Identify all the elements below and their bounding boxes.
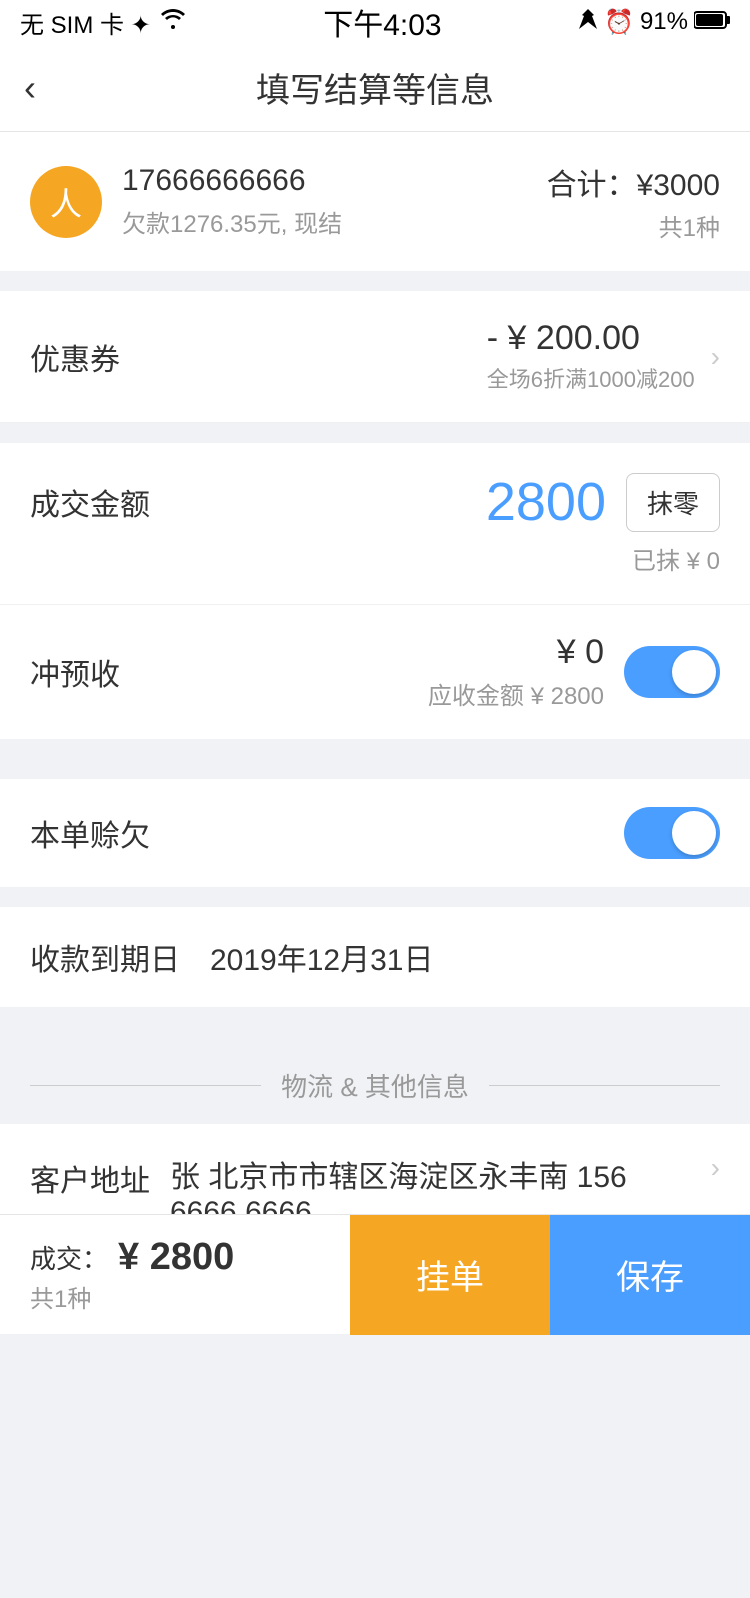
bottom-bar: 成交： ¥ 2800 共1种 挂单 保存 bbox=[0, 1214, 750, 1334]
coupon-desc: 全场6折满1000减200 bbox=[487, 362, 695, 394]
prepay-label: 冲预收 bbox=[30, 650, 120, 694]
divider-line-left bbox=[30, 1085, 261, 1086]
trade-amount-label: 成交金额 bbox=[30, 480, 150, 524]
status-right: ⏰ 91% bbox=[578, 8, 730, 37]
status-bar: 无 SIM 卡 ✦ 下午4:03 ⏰ 91% bbox=[0, 0, 750, 44]
section-divider-3 bbox=[0, 1027, 750, 1047]
bottom-trade-label: 成交： bbox=[30, 1239, 108, 1276]
due-date-value: 2019年12月31日 bbox=[210, 935, 433, 979]
battery-icon bbox=[694, 8, 730, 36]
coupon-row[interactable]: 优惠券 - ¥ 200.00 全场6折满1000减200 › bbox=[0, 291, 750, 423]
total-amount: 合计：¥3000 bbox=[547, 160, 720, 204]
section-divider-1 bbox=[0, 423, 750, 443]
address-chevron-icon: › bbox=[711, 1152, 720, 1184]
round-off-button[interactable]: 抹零 bbox=[626, 473, 720, 532]
coupon-info: - ¥ 200.00 全场6折满1000减200 bbox=[487, 319, 695, 394]
total-count: 共1种 bbox=[547, 208, 720, 243]
arrearage-toggle-track bbox=[624, 807, 720, 859]
due-date-label: 收款到期日 bbox=[30, 935, 180, 979]
page-title: 填写结算等信息 bbox=[256, 63, 494, 112]
arrearage-toggle-thumb bbox=[672, 811, 716, 855]
receivable-amount: 应收金额 ¥ 2800 bbox=[428, 676, 604, 711]
trade-amount-value: 2800 bbox=[486, 471, 606, 533]
customer-right: 合计：¥3000 共1种 bbox=[547, 160, 720, 243]
coupon-right: - ¥ 200.00 全场6折满1000减200 › bbox=[487, 319, 720, 394]
save-button[interactable]: 保存 bbox=[550, 1215, 750, 1335]
logistics-divider: 物流 & 其他信息 bbox=[0, 1047, 750, 1124]
customer-left: 人 17666666666 欠款1276.35元, 现结 bbox=[30, 164, 342, 239]
alarm-icon: ⏰ bbox=[604, 8, 634, 37]
status-left: 无 SIM 卡 ✦ bbox=[20, 5, 187, 40]
customer-phone: 17666666666 bbox=[122, 164, 342, 198]
arrearage-toggle[interactable] bbox=[624, 807, 720, 859]
already-rounded-text: 已抹 ¥ 0 bbox=[30, 541, 720, 576]
prepay-amount-info: ¥ 0 应收金额 ¥ 2800 bbox=[428, 633, 604, 711]
location-icon bbox=[578, 8, 598, 36]
coupon-amount: - ¥ 200.00 bbox=[487, 319, 695, 358]
bottom-summary: 成交： ¥ 2800 共1种 bbox=[0, 1236, 350, 1314]
divider-line-right bbox=[489, 1085, 720, 1086]
toggle-track bbox=[624, 646, 720, 698]
content-area: 人 17666666666 欠款1276.35元, 现结 合计：¥3000 共1… bbox=[0, 132, 750, 1598]
coupon-label: 优惠券 bbox=[30, 335, 120, 379]
toggle-thumb bbox=[672, 650, 716, 694]
prepay-toggle[interactable] bbox=[624, 646, 720, 698]
customer-debt: 欠款1276.35元, 现结 bbox=[122, 204, 342, 239]
arrearage-label: 本单赊欠 bbox=[30, 811, 150, 855]
no-sim-text: 无 SIM 卡 ✦ bbox=[20, 5, 151, 40]
chevron-right-icon: › bbox=[711, 341, 720, 373]
due-date-section: 收款到期日 2019年12月31日 bbox=[0, 907, 750, 1007]
prepay-right: ¥ 0 应收金额 ¥ 2800 bbox=[428, 633, 720, 711]
logistics-divider-text: 物流 & 其他信息 bbox=[281, 1067, 469, 1104]
customer-card: 人 17666666666 欠款1276.35元, 现结 合计：¥3000 共1… bbox=[0, 132, 750, 271]
bottom-trade-amount: ¥ 2800 bbox=[118, 1236, 234, 1279]
bottom-trade-row: 成交： ¥ 2800 bbox=[30, 1236, 320, 1279]
status-time: 下午4:03 bbox=[323, 0, 441, 44]
customer-info: 17666666666 欠款1276.35元, 现结 bbox=[122, 164, 342, 239]
arrearage-section: 本单赊欠 bbox=[0, 779, 750, 887]
battery-text: 91% bbox=[640, 8, 688, 36]
address-label: 客户地址 bbox=[30, 1152, 150, 1200]
avatar: 人 bbox=[30, 166, 102, 238]
wifi-icon bbox=[159, 8, 187, 36]
prepay-amount: ¥ 0 bbox=[428, 633, 604, 672]
back-button[interactable]: ‹ bbox=[24, 67, 36, 109]
section-divider-2 bbox=[0, 759, 750, 779]
trade-amount-right: 2800 抹零 bbox=[486, 471, 720, 533]
prepay-section: 冲预收 ¥ 0 应收金额 ¥ 2800 bbox=[0, 605, 750, 739]
bottom-trade-count: 共1种 bbox=[30, 1279, 320, 1314]
trade-row: 成交金额 2800 抹零 bbox=[30, 471, 720, 533]
pending-button[interactable]: 挂单 bbox=[350, 1215, 550, 1335]
nav-bar: ‹ 填写结算等信息 bbox=[0, 44, 750, 132]
trade-amount-section: 成交金额 2800 抹零 已抹 ¥ 0 bbox=[0, 443, 750, 605]
